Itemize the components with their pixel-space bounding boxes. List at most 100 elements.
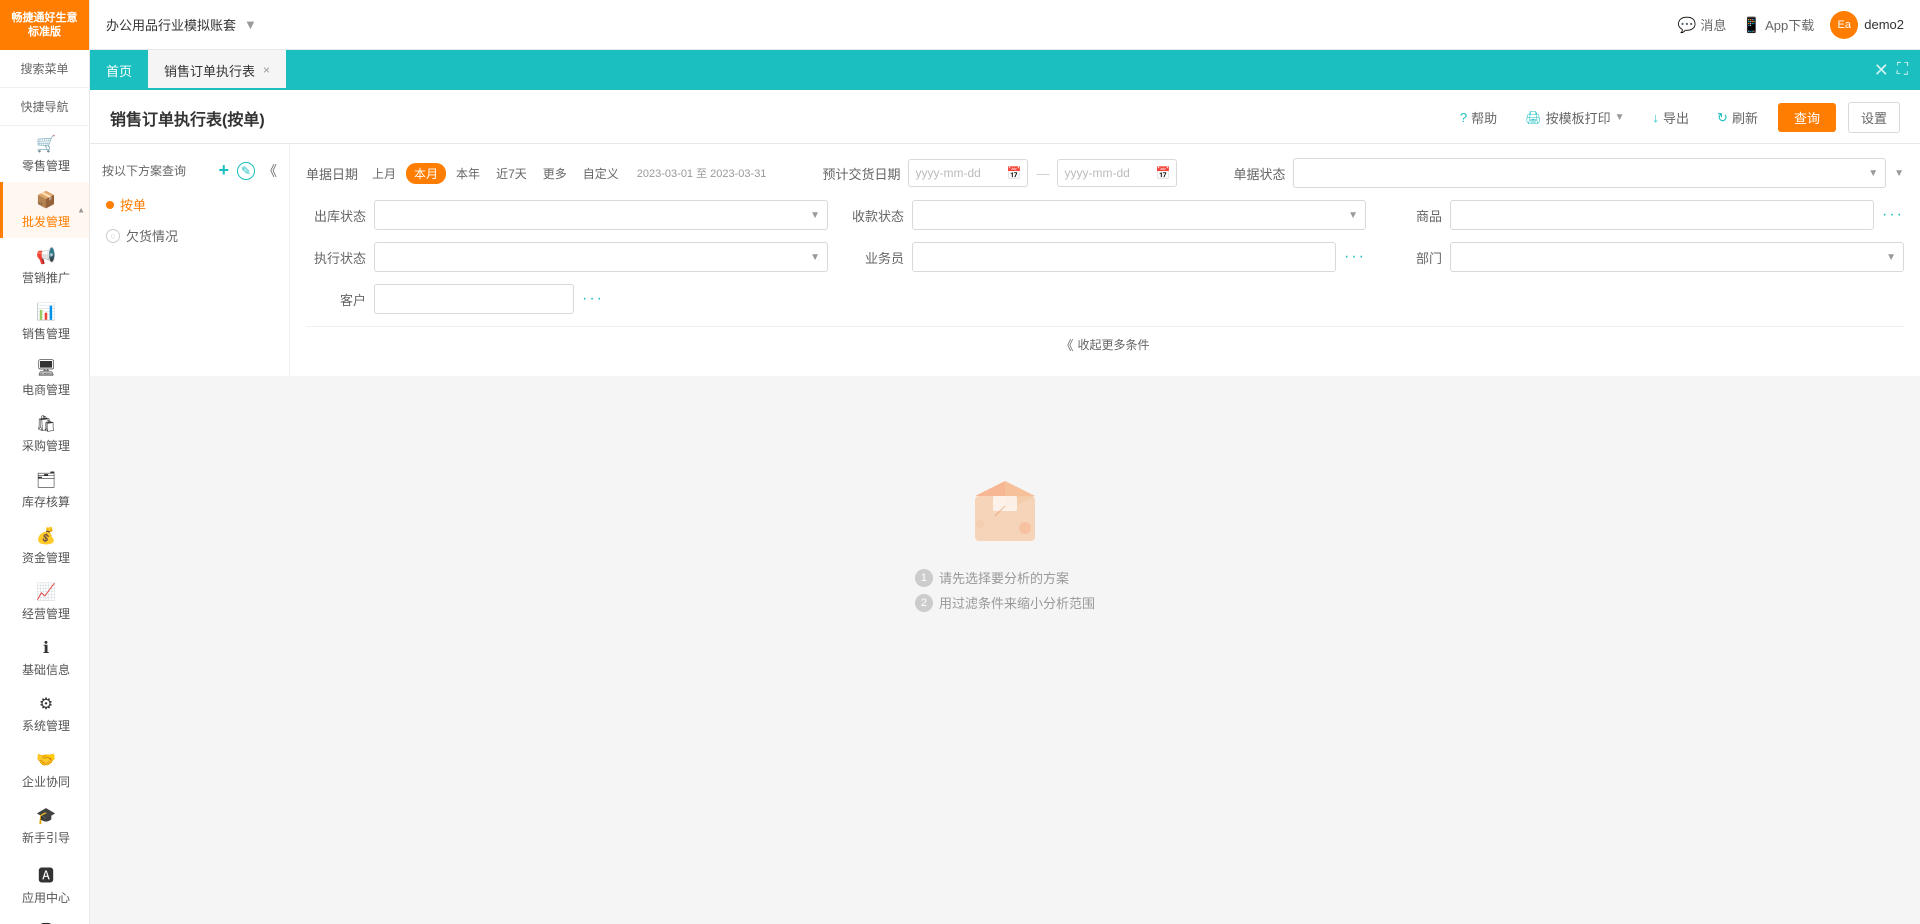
newbie-icon: 🎓 bbox=[36, 806, 56, 826]
sidebar-item-finance[interactable]: 💰 资金管理 bbox=[0, 518, 89, 574]
dept-select[interactable] bbox=[1450, 242, 1904, 272]
date-tab-this-month[interactable]: 本月 bbox=[406, 163, 446, 184]
empty-state: 1 请先选择要分析的方案 2 用过滤条件来缩小分析范围 bbox=[90, 376, 1920, 692]
date-tab-last-month[interactable]: 上月 bbox=[366, 163, 402, 184]
refresh-button[interactable]: ↻ 刷新 bbox=[1709, 104, 1766, 131]
exec-status-select[interactable] bbox=[374, 242, 828, 272]
filter-row-4: 客户 ··· bbox=[306, 284, 1904, 314]
salesperson-more-icon[interactable]: ··· bbox=[1344, 248, 1366, 266]
filter-edit-button[interactable]: ✎ bbox=[237, 162, 255, 180]
goods-more-icon[interactable]: ··· bbox=[1882, 206, 1904, 224]
settings-button[interactable]: 设置 bbox=[1848, 102, 1900, 133]
tab-sales-order[interactable]: 销售订单执行表 × bbox=[148, 50, 286, 90]
filter-nav-debt[interactable]: ○ 欠货情况 bbox=[90, 220, 289, 251]
export-label: 导出 bbox=[1663, 108, 1689, 127]
sidebar-item-sales[interactable]: 📊 销售管理 bbox=[0, 294, 89, 350]
date-tab-custom[interactable]: 自定义 bbox=[577, 163, 625, 184]
empty-tips: 1 请先选择要分析的方案 2 用过滤条件来缩小分析范围 bbox=[915, 568, 1095, 612]
sidebar-item-retail[interactable]: 🛒 零售管理 bbox=[0, 126, 89, 182]
appstore-icon: 🅰 bbox=[38, 862, 54, 886]
bill-status-select[interactable] bbox=[1293, 158, 1886, 188]
tab-close-icon[interactable]: × bbox=[263, 63, 270, 77]
expected-date-end-input[interactable]: yyyy-mm-dd 📅 bbox=[1057, 159, 1177, 187]
sidebar-item-basic[interactable]: ℹ 基础信息 bbox=[0, 630, 89, 686]
date-field: 单据日期 上月 本月 本年 近7天 更多 自定义 2023-03-01 至 20… bbox=[306, 163, 766, 184]
tab-minimize-icon[interactable]: ✕ bbox=[1874, 60, 1889, 81]
payment-status-select-wrapper bbox=[912, 200, 1366, 230]
sidebar-item-appstore-label: 应用中心 bbox=[22, 889, 70, 906]
sidebar-item-ecommerce[interactable]: 🖥 电商管理 bbox=[0, 350, 89, 406]
expected-date-label: 预计交货日期 bbox=[822, 164, 900, 183]
avatar: Ea bbox=[1830, 11, 1858, 39]
exec-status-label: 执行状态 bbox=[306, 248, 366, 267]
date-tab-more[interactable]: 更多 bbox=[537, 163, 573, 184]
sidebar-item-inventory-label: 库存核算 bbox=[22, 493, 70, 510]
sidebar-item-ecommerce-label: 电商管理 bbox=[22, 381, 70, 398]
filter-panel-body: 按以下方案查询 + ✎ 《 按单 ○ 欠货情况 bbox=[90, 144, 1920, 376]
dropdown-arrow-icon[interactable]: ▼ bbox=[244, 17, 257, 32]
sidebar-item-marketing-label: 营销推广 bbox=[22, 269, 70, 286]
user-profile[interactable]: Ea demo2 bbox=[1830, 11, 1904, 39]
tip-num-1: 1 bbox=[915, 569, 933, 587]
goods-field: 商品 ··· bbox=[1382, 200, 1904, 230]
finance-icon: 💰 bbox=[36, 526, 56, 546]
sidebar-logo: 畅捷通好生意 标准版 bbox=[0, 0, 89, 50]
ship-status-select[interactable] bbox=[374, 200, 828, 230]
settings-button-label: 设置 bbox=[1861, 108, 1887, 127]
filter-left-nav: 按以下方案查询 + ✎ 《 按单 ○ 欠货情况 bbox=[90, 144, 290, 376]
empty-tip-2: 2 用过滤条件来缩小分析范围 bbox=[915, 593, 1095, 612]
help-button[interactable]: ? 帮助 bbox=[1452, 104, 1505, 131]
cooperation-icon: 🤝 bbox=[36, 750, 56, 770]
nav-circle-icon: ○ bbox=[106, 229, 120, 243]
user-name: demo2 bbox=[1864, 17, 1904, 32]
sidebar-item-wholesale-label: 批发管理 bbox=[22, 213, 70, 230]
export-icon: ↓ bbox=[1653, 110, 1660, 125]
filter-add-button[interactable]: + bbox=[218, 160, 229, 181]
filter-nav-by-order-label: 按单 bbox=[120, 195, 146, 214]
search-button[interactable]: 查询 bbox=[1778, 103, 1836, 132]
payment-status-label: 收款状态 bbox=[844, 206, 904, 225]
date-end-placeholder: yyyy-mm-dd bbox=[1064, 166, 1129, 180]
sidebar-search-item[interactable]: 搜索菜单 bbox=[0, 50, 89, 88]
page-header-actions: ? 帮助 🖨 按模板打印 ▼ ↓ 导出 ↻ 刷新 查询 bbox=[1452, 102, 1900, 133]
marketing-icon: 📢 bbox=[36, 246, 56, 266]
sidebar-item-system[interactable]: ⚙ 系统管理 bbox=[0, 686, 89, 742]
sidebar-item-operation[interactable]: 📈 经营管理 bbox=[0, 574, 89, 630]
sidebar-quick-nav[interactable]: 快捷导航 bbox=[0, 88, 89, 126]
collapse-more-button[interactable]: 《 收起更多条件 bbox=[306, 326, 1904, 362]
template-print-button[interactable]: 🖨 按模板打印 ▼ bbox=[1517, 104, 1632, 131]
empty-tip-2-label: 用过滤条件来缩小分析范围 bbox=[939, 593, 1095, 612]
customer-input[interactable] bbox=[374, 284, 574, 314]
sidebar-item-marketing[interactable]: 📢 营销推广 bbox=[0, 238, 89, 294]
filter-collapse-button[interactable]: 《 bbox=[263, 161, 277, 181]
tab-maximize-icon[interactable]: ⛶ bbox=[1897, 61, 1908, 79]
date-tab-last7[interactable]: 近7天 bbox=[490, 163, 533, 184]
expected-date-start-input[interactable]: yyyy-mm-dd 📅 bbox=[908, 159, 1028, 187]
message-button[interactable]: 💬 消息 bbox=[1678, 15, 1727, 34]
customer-more-icon[interactable]: ··· bbox=[582, 290, 604, 308]
filter-nav-by-order[interactable]: 按单 bbox=[90, 189, 289, 220]
date-tab-this-year[interactable]: 本年 bbox=[450, 163, 486, 184]
payment-status-select[interactable] bbox=[912, 200, 1366, 230]
purchase-icon: 🛍 bbox=[36, 414, 56, 434]
bill-status-field: 单据状态 ▼ bbox=[1233, 158, 1904, 188]
refresh-label: 刷新 bbox=[1732, 108, 1758, 127]
sidebar-item-newbie[interactable]: 🎓 新手引导 bbox=[0, 798, 89, 854]
export-button[interactable]: ↓ 导出 bbox=[1645, 104, 1698, 131]
sidebar-item-wechat[interactable]: 💬 企业微信 bbox=[0, 914, 89, 924]
help-label: 帮助 bbox=[1471, 108, 1497, 127]
app-download-label: App下载 bbox=[1765, 15, 1814, 34]
sidebar-item-inventory[interactable]: 🗂 库存核算 bbox=[0, 462, 89, 518]
goods-input[interactable] bbox=[1450, 200, 1874, 230]
page-header: 销售订单执行表(按单) ? 帮助 🖨 按模板打印 ▼ ↓ 导出 ↻ 刷新 bbox=[90, 90, 1920, 144]
sidebar-item-purchase[interactable]: 🛍 采购管理 bbox=[0, 406, 89, 462]
sidebar-item-wholesale[interactable]: 📦 批发管理 bbox=[0, 182, 89, 238]
salesperson-input[interactable] bbox=[912, 242, 1336, 272]
date-start-placeholder: yyyy-mm-dd bbox=[915, 166, 980, 180]
app-download-button[interactable]: 📱 App下载 bbox=[1742, 15, 1814, 34]
sidebar-item-cooperation[interactable]: 🤝 企业协同 bbox=[0, 742, 89, 798]
refresh-icon: ↻ bbox=[1717, 110, 1728, 126]
tab-home[interactable]: 首页 bbox=[90, 50, 148, 90]
sidebar-item-appstore[interactable]: 🅰 应用中心 bbox=[0, 854, 89, 914]
sidebar-item-system-label: 系统管理 bbox=[22, 717, 70, 734]
